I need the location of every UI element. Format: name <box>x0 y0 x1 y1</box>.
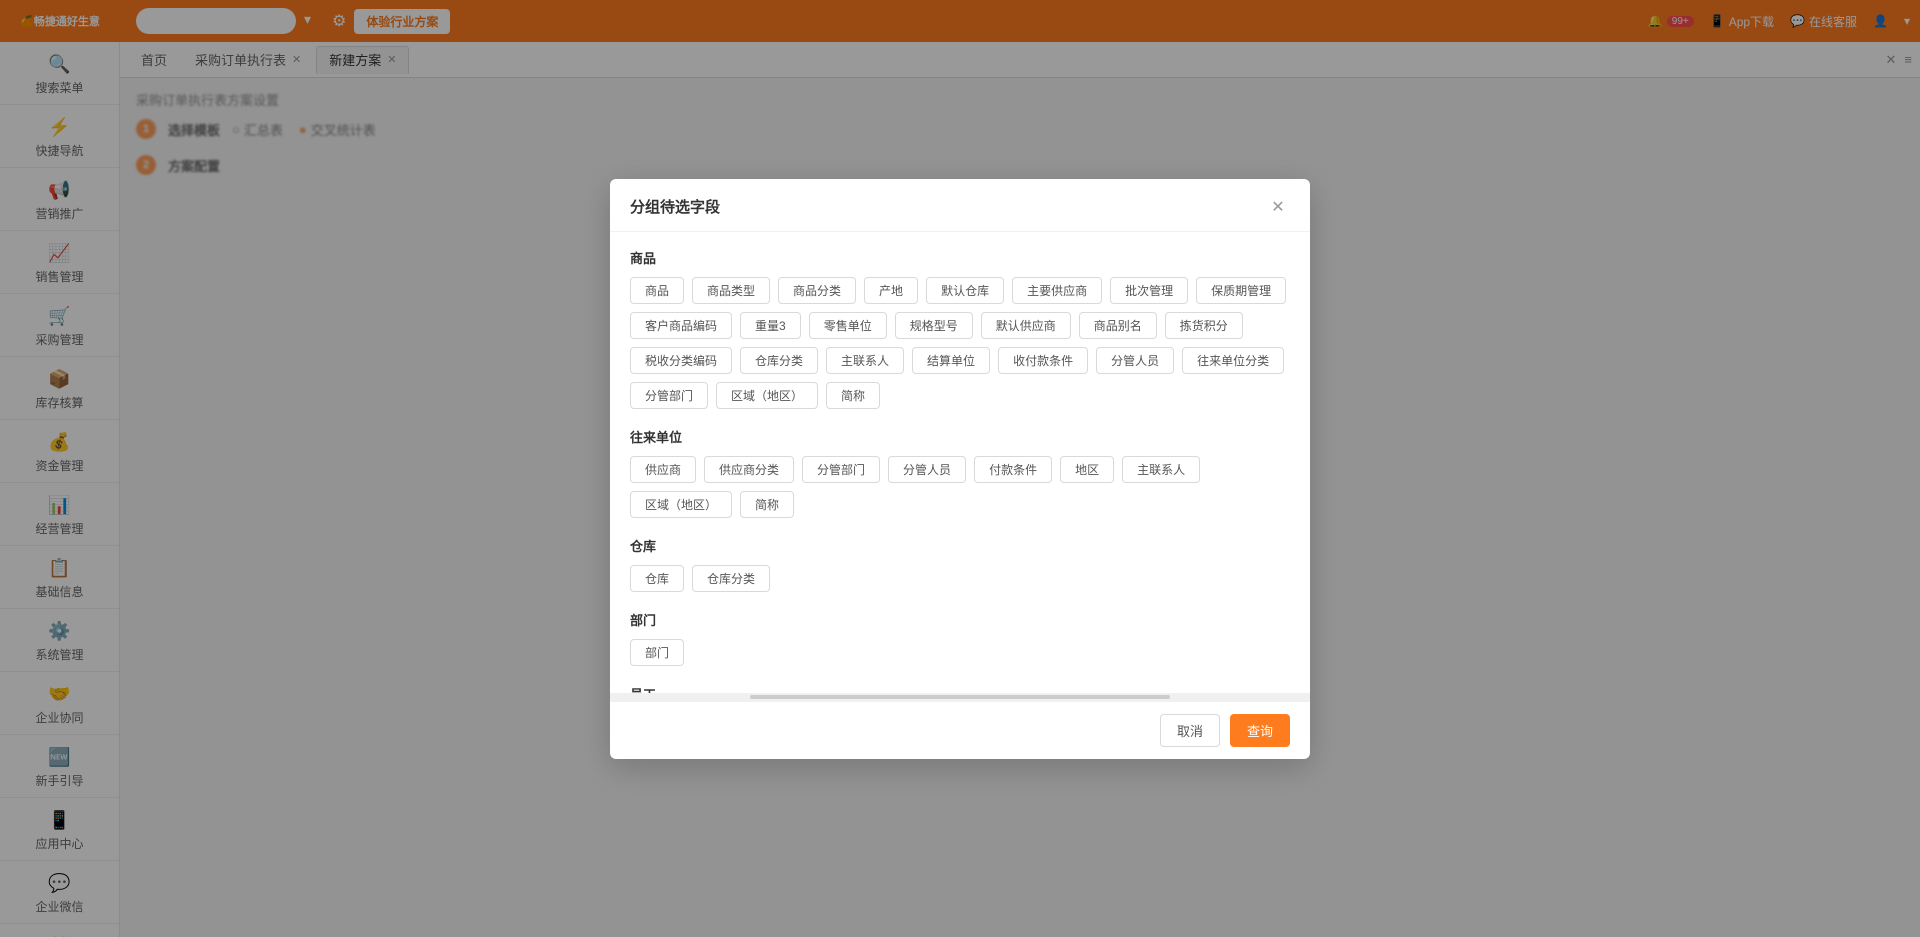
tag-region-partner[interactable]: 地区 <box>1060 456 1114 483</box>
section-employee: 员工 业务员 <box>630 684 1290 693</box>
hscrollbar-thumb <box>750 695 1170 699</box>
confirm-button[interactable]: 查询 <box>1230 714 1290 747</box>
section-partner-tags: 供应商 供应商分类 分管部门 分管人员 付款条件 地区 主联系人 区域（地区） … <box>630 456 1290 518</box>
section-warehouse-tags: 仓库 仓库分类 <box>630 565 1290 592</box>
tag-default-supplier[interactable]: 默认供应商 <box>981 312 1071 339</box>
tag-pay-terms[interactable]: 付款条件 <box>974 456 1052 483</box>
modal-hscrollbar[interactable] <box>610 693 1310 701</box>
tag-warehouse[interactable]: 仓库 <box>630 565 684 592</box>
tag-abbr-goods[interactable]: 简称 <box>826 382 880 409</box>
section-goods-title: 商品 <box>630 248 1290 267</box>
tag-warehouse-cat[interactable]: 仓库分类 <box>692 565 770 592</box>
section-partner: 往来单位 供应商 供应商分类 分管部门 分管人员 付款条件 地区 主联系人 区域… <box>630 427 1290 518</box>
tag-main-supplier[interactable]: 主要供应商 <box>1012 277 1102 304</box>
tag-warehouse-category[interactable]: 仓库分类 <box>740 347 818 374</box>
tag-shelf-life[interactable]: 保质期管理 <box>1196 277 1286 304</box>
tag-weight[interactable]: 重量3 <box>740 312 801 339</box>
tag-dept-partner[interactable]: 分管部门 <box>802 456 880 483</box>
modal-dialog: 分组待选字段 ✕ 商品 商品 商品类型 商品分类 产地 默认仓库 主要供应商 批… <box>610 179 1310 759</box>
tag-partner-category[interactable]: 往来单位分类 <box>1182 347 1284 374</box>
tag-abbr-partner[interactable]: 简称 <box>740 491 794 518</box>
tag-tax-code[interactable]: 税收分类编码 <box>630 347 732 374</box>
tag-spec-model[interactable]: 规格型号 <box>895 312 973 339</box>
tag-origin[interactable]: 产地 <box>864 277 918 304</box>
section-warehouse-title: 仓库 <box>630 536 1290 555</box>
cancel-button[interactable]: 取消 <box>1160 714 1220 747</box>
modal-overlay: 分组待选字段 ✕ 商品 商品 商品类型 商品分类 产地 默认仓库 主要供应商 批… <box>0 0 1920 937</box>
tag-goods-type[interactable]: 商品类型 <box>692 277 770 304</box>
tag-main-contact[interactable]: 主联系人 <box>826 347 904 374</box>
tag-retail-unit[interactable]: 零售单位 <box>809 312 887 339</box>
tag-manage-dept[interactable]: 分管部门 <box>630 382 708 409</box>
tag-goods[interactable]: 商品 <box>630 277 684 304</box>
tag-supplier[interactable]: 供应商 <box>630 456 696 483</box>
tag-default-warehouse[interactable]: 默认仓库 <box>926 277 1004 304</box>
tag-customer-code[interactable]: 客户商品编码 <box>630 312 732 339</box>
modal-close-btn[interactable]: ✕ <box>1266 195 1290 219</box>
section-partner-title: 往来单位 <box>630 427 1290 446</box>
tag-goods-category[interactable]: 商品分类 <box>778 277 856 304</box>
tag-goods-alias[interactable]: 商品别名 <box>1079 312 1157 339</box>
tag-person-partner[interactable]: 分管人员 <box>888 456 966 483</box>
tag-dept[interactable]: 部门 <box>630 639 684 666</box>
modal-body: 商品 商品 商品类型 商品分类 产地 默认仓库 主要供应商 批次管理 保质期管理… <box>610 232 1310 693</box>
section-goods-tags: 商品 商品类型 商品分类 产地 默认仓库 主要供应商 批次管理 保质期管理 客户… <box>630 277 1290 409</box>
tag-supplier-category[interactable]: 供应商分类 <box>704 456 794 483</box>
tag-payment-terms[interactable]: 收付款条件 <box>998 347 1088 374</box>
tag-manager-person[interactable]: 分管人员 <box>1096 347 1174 374</box>
tag-settlement-unit[interactable]: 结算单位 <box>912 347 990 374</box>
section-goods: 商品 商品 商品类型 商品分类 产地 默认仓库 主要供应商 批次管理 保质期管理… <box>630 248 1290 409</box>
section-dept: 部门 部门 <box>630 610 1290 666</box>
section-employee-title: 员工 <box>630 684 1290 693</box>
tag-region-goods[interactable]: 区域（地区） <box>716 382 818 409</box>
section-warehouse: 仓库 仓库 仓库分类 <box>630 536 1290 592</box>
tag-area-partner[interactable]: 区域（地区） <box>630 491 732 518</box>
modal-footer: 取消 查询 <box>610 701 1310 759</box>
modal-header: 分组待选字段 ✕ <box>610 179 1310 232</box>
section-dept-tags: 部门 <box>630 639 1290 666</box>
section-dept-title: 部门 <box>630 610 1290 629</box>
tag-contact-partner[interactable]: 主联系人 <box>1122 456 1200 483</box>
modal-title: 分组待选字段 <box>630 196 720 217</box>
tag-pick-points[interactable]: 拣货积分 <box>1165 312 1243 339</box>
tag-batch-mgmt[interactable]: 批次管理 <box>1110 277 1188 304</box>
